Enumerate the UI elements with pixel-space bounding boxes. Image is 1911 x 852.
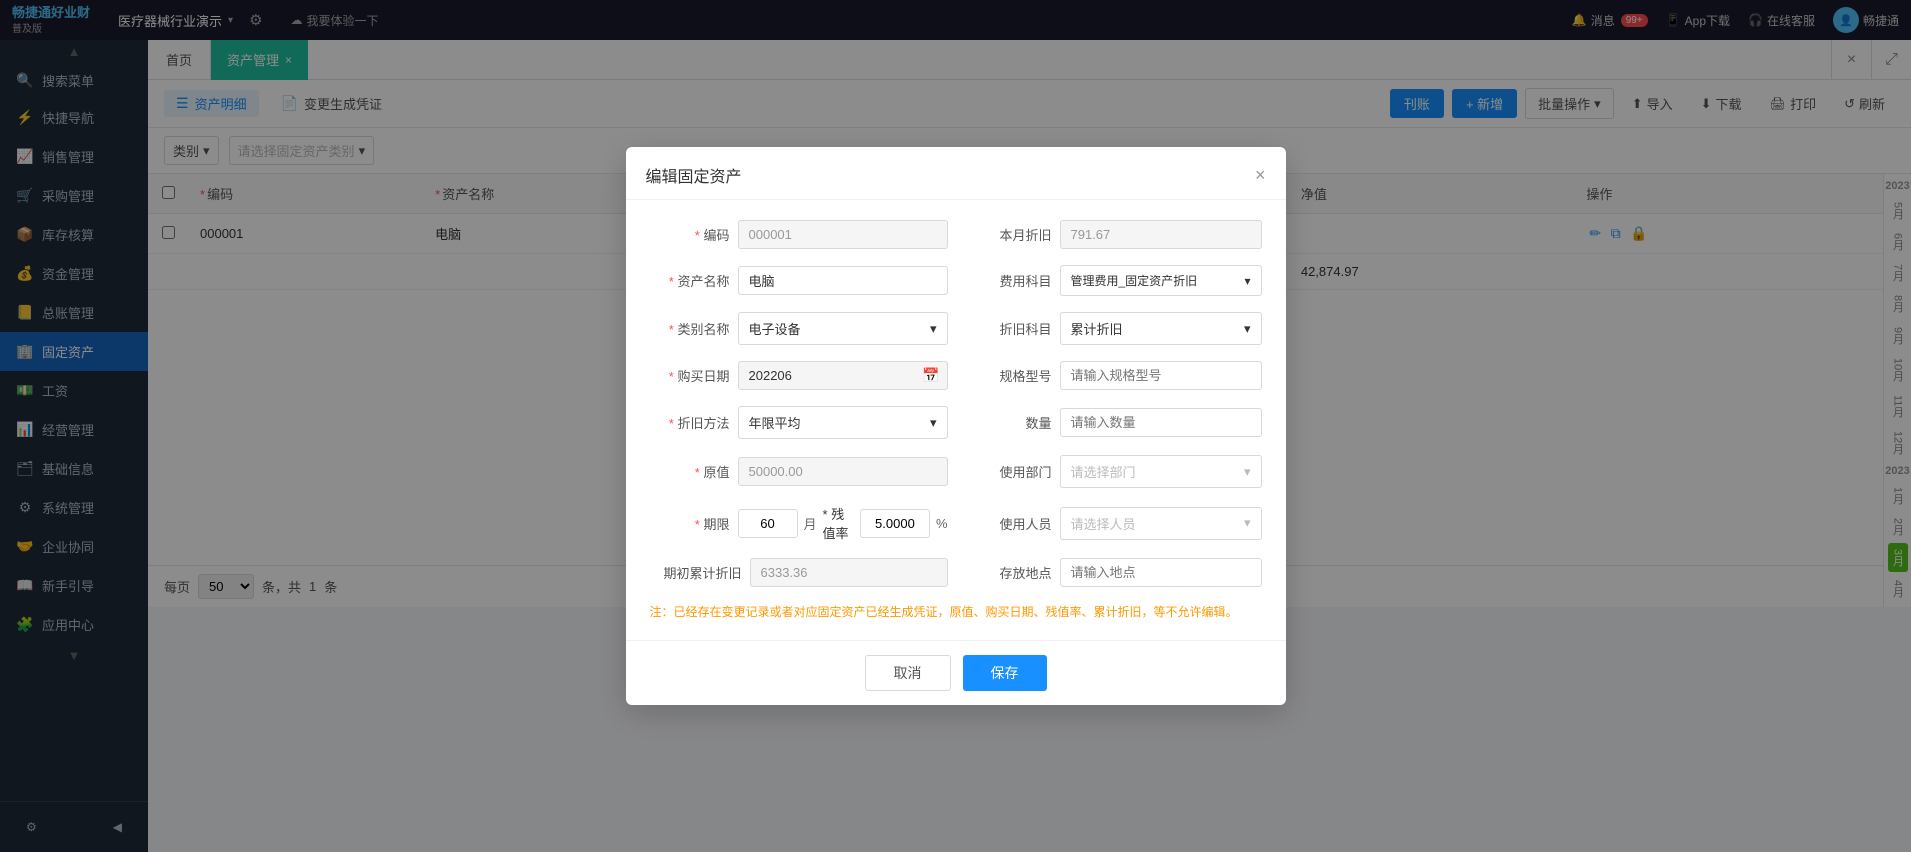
period-residual-row: 月 * 残值率 % bbox=[738, 504, 948, 542]
form-row-category: * 类别名称 电子设备 ▾ bbox=[650, 312, 948, 345]
form-row-expense-subject: 费用科目 管理费用_固定资产折旧 ▾ bbox=[972, 265, 1262, 296]
category-select[interactable]: 电子设备 ▾ bbox=[738, 312, 948, 345]
name-input[interactable] bbox=[738, 266, 948, 295]
purchase-date-input[interactable] bbox=[738, 361, 948, 390]
location-input[interactable] bbox=[1060, 558, 1262, 587]
form-row-dep-subject: 折旧科目 累计折旧 ▾ bbox=[972, 312, 1262, 345]
initial-dep-input[interactable] bbox=[750, 558, 948, 587]
location-label: 存放地点 bbox=[972, 563, 1052, 582]
dep-method-select[interactable]: 年限平均 ▾ bbox=[738, 406, 948, 439]
chevron-down-icon: ▾ bbox=[1244, 321, 1251, 337]
expense-subject-select[interactable]: 管理费用_固定资产折旧 ▾ bbox=[1060, 265, 1262, 296]
chevron-down-icon: ▾ bbox=[930, 321, 937, 337]
quantity-input[interactable] bbox=[1060, 408, 1262, 437]
dialog-footer: 取消 保存 bbox=[626, 640, 1286, 705]
chevron-down-icon: ▾ bbox=[1244, 274, 1250, 288]
name-label: * 资产名称 bbox=[650, 271, 730, 290]
form-row-code: * 编码 bbox=[650, 220, 948, 249]
form-row-dep-method: * 折旧方法 年限平均 ▾ bbox=[650, 406, 948, 439]
dialog-title: 编辑固定资产 bbox=[646, 163, 742, 187]
form-row-user: 使用人员 请选择人员 ▾ bbox=[972, 504, 1262, 542]
dep-method-label: * 折旧方法 bbox=[650, 413, 730, 432]
original-value-input[interactable] bbox=[738, 457, 948, 486]
code-input[interactable] bbox=[738, 220, 948, 249]
save-btn[interactable]: 保存 bbox=[963, 655, 1047, 691]
category-label: * 类别名称 bbox=[650, 319, 730, 338]
purchase-date-label: * 购买日期 bbox=[650, 366, 730, 385]
expense-subject-label: 费用科目 bbox=[972, 271, 1052, 290]
monthly-dep-label: 本月折旧 bbox=[972, 225, 1052, 244]
edit-asset-dialog: 编辑固定资产 × * 编码 * 资产名称 bbox=[626, 147, 1286, 705]
code-label: * 编码 bbox=[650, 225, 730, 244]
form-row-location: 存放地点 bbox=[972, 558, 1262, 587]
initial-dep-label: 期初累计折旧 bbox=[650, 563, 742, 582]
period-input[interactable] bbox=[738, 509, 798, 538]
dialog-body: * 编码 * 资产名称 * 类别名称 bbox=[626, 200, 1286, 640]
residual-rate-label: * 残值率 bbox=[823, 504, 854, 542]
residual-rate-input[interactable] bbox=[860, 509, 930, 538]
period-label: * 期限 bbox=[650, 514, 730, 533]
period-unit: 月 bbox=[804, 514, 817, 533]
dialog-overlay: 编辑固定资产 × * 编码 * 资产名称 bbox=[0, 0, 1911, 852]
cancel-btn[interactable]: 取消 bbox=[865, 655, 951, 691]
spec-label: 规格型号 bbox=[972, 366, 1052, 385]
chevron-down-icon: ▾ bbox=[930, 415, 937, 431]
form-row-name: * 资产名称 bbox=[650, 265, 948, 296]
form-row-department: 使用部门 请选择部门 ▾ bbox=[972, 455, 1262, 488]
chevron-down-icon: ▾ bbox=[1244, 464, 1251, 480]
form-row-original-value: * 原值 bbox=[650, 455, 948, 488]
form-grid: * 编码 * 资产名称 * 类别名称 bbox=[650, 220, 1262, 587]
form-row-purchase-date: * 购买日期 📅 bbox=[650, 361, 948, 390]
residual-rate-unit: % bbox=[936, 516, 948, 531]
form-row-quantity: 数量 bbox=[972, 406, 1262, 439]
dep-subject-label: 折旧科目 bbox=[972, 319, 1052, 338]
form-row-spec: 规格型号 bbox=[972, 361, 1262, 390]
dialog-note: 注：已经存在变更记录或者对应固定资产已经生成凭证，原值、购买日期、残值率、累计折… bbox=[650, 603, 1262, 620]
user-select[interactable]: 请选择人员 ▾ bbox=[1060, 507, 1262, 540]
form-row-initial-dep: 期初累计折旧 bbox=[650, 558, 948, 587]
form-row-period: * 期限 月 * 残值率 % bbox=[650, 504, 948, 542]
form-row-monthly-dep: 本月折旧 bbox=[972, 220, 1262, 249]
dialog-close-btn[interactable]: × bbox=[1255, 165, 1266, 186]
purchase-date-field: 📅 bbox=[738, 361, 948, 390]
original-value-label: * 原值 bbox=[650, 462, 730, 481]
monthly-dep-input[interactable] bbox=[1060, 220, 1262, 249]
chevron-down-icon: ▾ bbox=[1244, 515, 1251, 531]
dialog-header: 编辑固定资产 × bbox=[626, 147, 1286, 200]
spec-input[interactable] bbox=[1060, 361, 1262, 390]
user-label: 使用人员 bbox=[972, 514, 1052, 533]
department-label: 使用部门 bbox=[972, 462, 1052, 481]
dep-subject-select[interactable]: 累计折旧 ▾ bbox=[1060, 312, 1262, 345]
quantity-label: 数量 bbox=[972, 413, 1052, 432]
calendar-icon: 📅 bbox=[922, 367, 939, 384]
department-select[interactable]: 请选择部门 ▾ bbox=[1060, 455, 1262, 488]
